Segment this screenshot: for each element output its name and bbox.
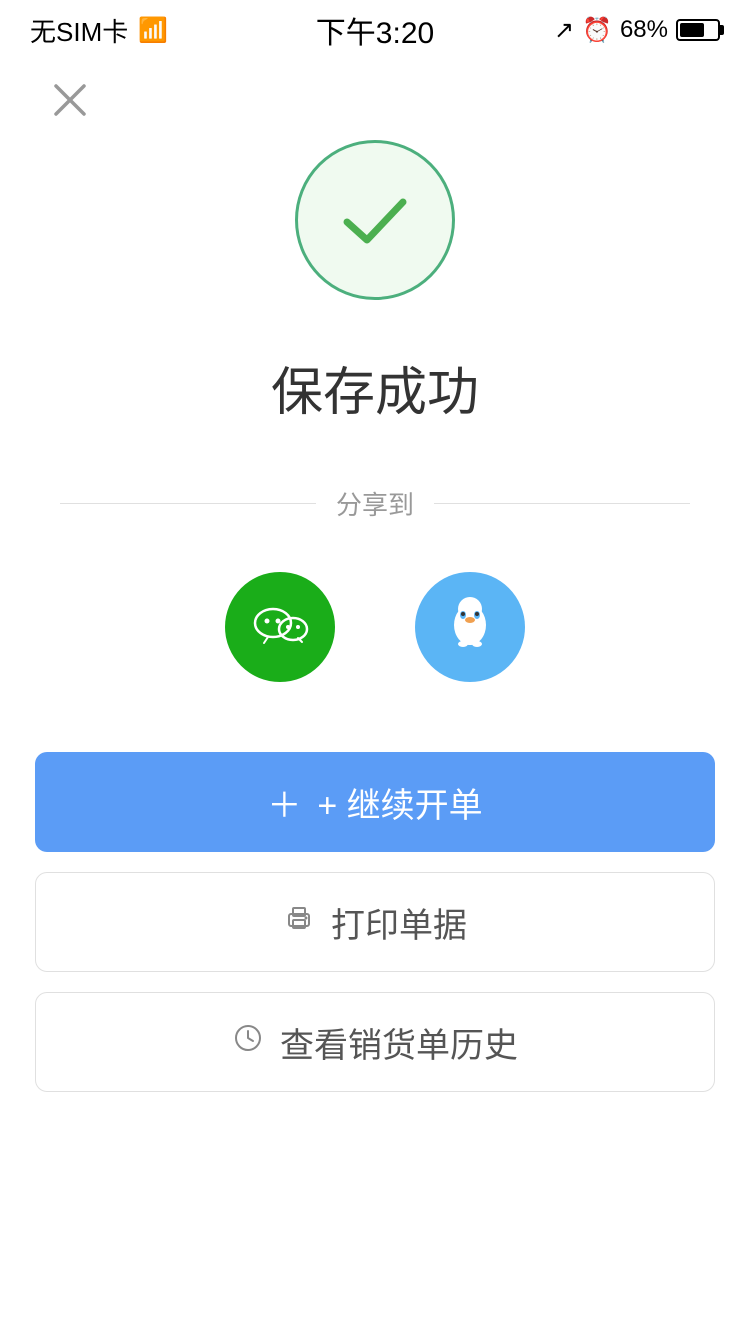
alarm-icon: ⏰ bbox=[582, 16, 612, 45]
qq-share-button[interactable] bbox=[415, 572, 525, 682]
divider-line-right bbox=[434, 503, 690, 504]
continue-icon: ＋ bbox=[267, 778, 301, 827]
divider-line-left bbox=[60, 503, 316, 504]
share-buttons bbox=[225, 572, 525, 682]
battery-text: 68% bbox=[620, 16, 668, 44]
share-divider: 分享到 bbox=[0, 485, 750, 522]
battery-icon bbox=[676, 19, 720, 41]
share-label: 分享到 bbox=[316, 485, 434, 522]
history-label: 查看销货单历史 bbox=[280, 1018, 518, 1067]
action-buttons: ＋ + 继续开单 打印单据 查看销货单历史 bbox=[35, 752, 715, 1092]
history-button[interactable]: 查看销货单历史 bbox=[35, 992, 715, 1092]
continue-button[interactable]: ＋ + 继续开单 bbox=[35, 752, 715, 852]
close-icon bbox=[52, 82, 88, 118]
wechat-icon bbox=[248, 595, 313, 660]
wechat-share-button[interactable] bbox=[225, 572, 335, 682]
qq-icon bbox=[438, 595, 503, 660]
close-button[interactable] bbox=[40, 70, 100, 130]
print-icon bbox=[283, 902, 315, 943]
print-label: 打印单据 bbox=[331, 898, 467, 947]
success-title: 保存成功 bbox=[271, 350, 479, 425]
carrier-text: 无SIM卡 bbox=[30, 12, 128, 49]
status-bar: 无SIM卡 📶 下午3:20 ↗ ⏰ 68% bbox=[0, 0, 750, 60]
history-icon bbox=[232, 1022, 264, 1063]
location-icon: ↗ bbox=[554, 16, 574, 45]
wifi-icon: 📶 bbox=[138, 16, 168, 45]
checkmark-icon bbox=[335, 180, 415, 260]
status-time: 下午3:20 bbox=[316, 8, 434, 52]
status-left: 无SIM卡 📶 bbox=[30, 12, 168, 49]
continue-label: + 继续开单 bbox=[317, 778, 482, 827]
print-button[interactable]: 打印单据 bbox=[35, 872, 715, 972]
success-circle bbox=[295, 140, 455, 300]
status-right: ↗ ⏰ 68% bbox=[554, 16, 720, 45]
main-content: 保存成功 分享到 bbox=[0, 60, 750, 1092]
